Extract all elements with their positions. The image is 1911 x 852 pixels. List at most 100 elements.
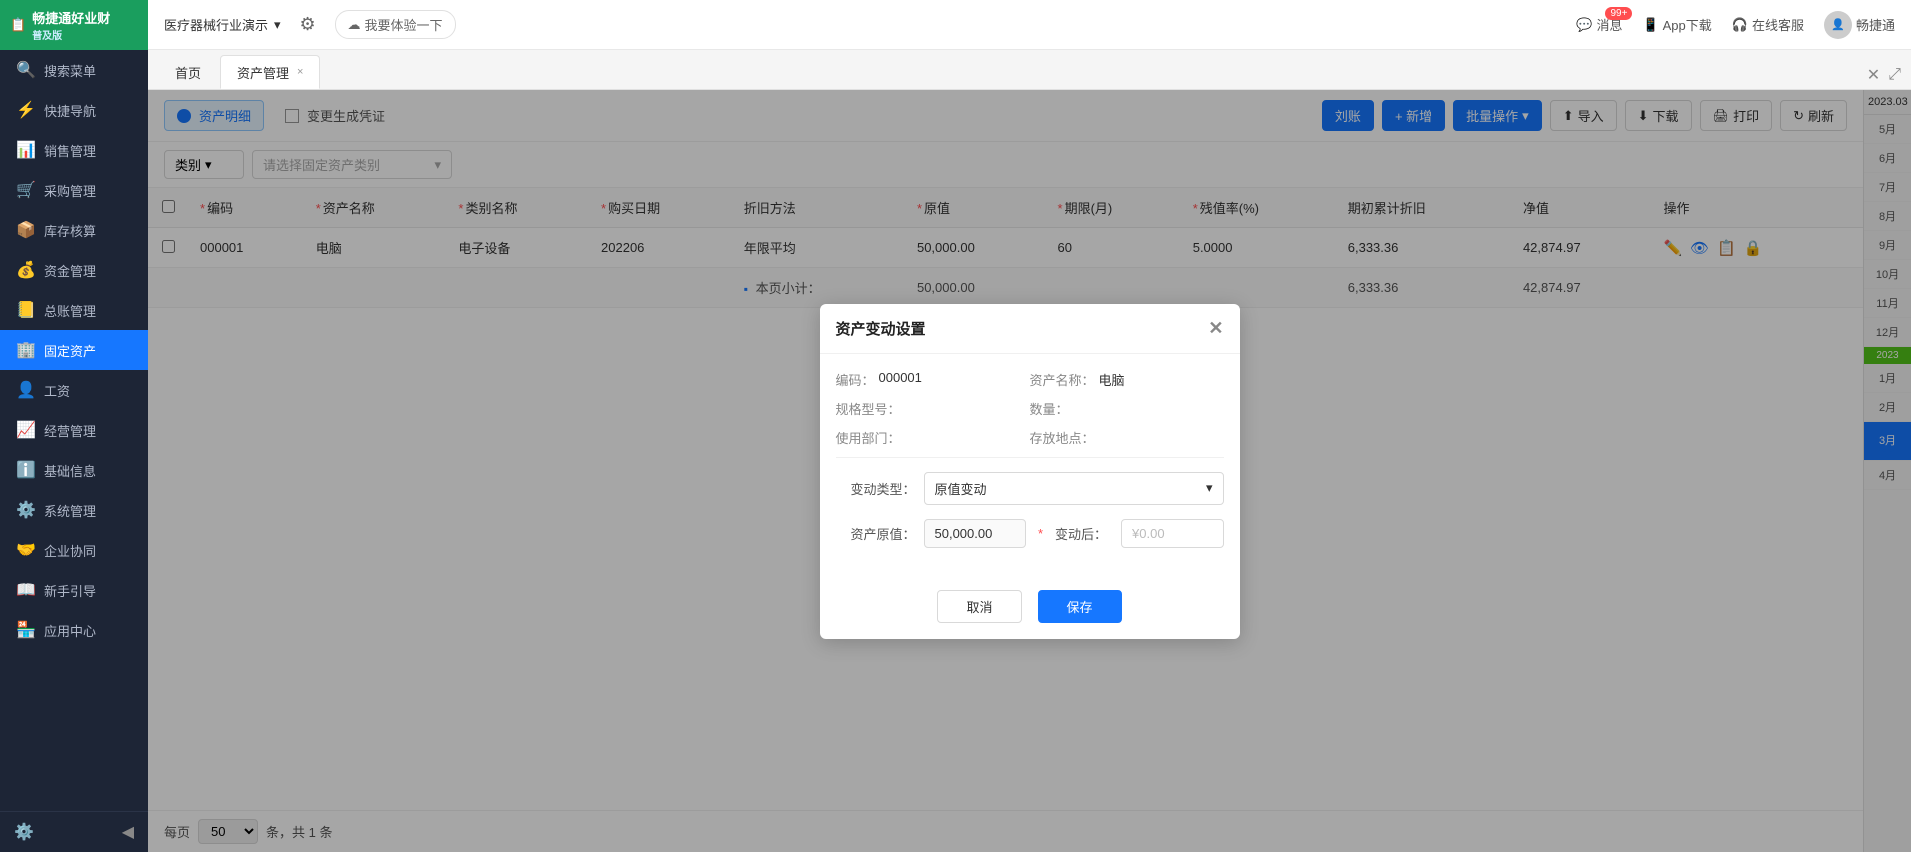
sidebar-bottom: ⚙️ ◀	[0, 811, 148, 852]
tab-close-icon[interactable]: ×	[297, 66, 303, 78]
company-selector[interactable]: 医疗器械行业演示 ▾	[164, 15, 281, 34]
company-name: 医疗器械行业演示	[164, 15, 268, 34]
sidebar-item-label: 搜索菜单	[44, 61, 96, 80]
page-content: 资产明细 变更生成凭证 刘账 + 新增 批量操作 ▾	[148, 90, 1911, 852]
cancel-button[interactable]: 取消	[937, 590, 1021, 623]
management-icon: 📈	[16, 420, 36, 440]
sidebar-item-search[interactable]: 🔍 搜索菜单	[0, 50, 148, 90]
change-type-arrow-icon: ▾	[1206, 480, 1213, 496]
experience-label: 我要体验一下	[365, 15, 443, 34]
topbar: 医疗器械行业演示 ▾ ⚙ ☁ 我要体验一下 💬 消息 99+ 📱 App下载 🎧…	[148, 0, 1911, 50]
home-tab-label: 首页	[175, 63, 201, 82]
dialog-quantity-field: 数量：	[1030, 399, 1224, 418]
settings-icon[interactable]: ⚙️	[14, 822, 34, 842]
finance-icon: 💰	[16, 260, 36, 280]
dialog-code-field: 编码： 000001	[836, 370, 1030, 389]
message-button[interactable]: 💬 消息 99+	[1576, 15, 1622, 34]
expand-icon[interactable]: ⤢	[1888, 66, 1901, 84]
sidebar-item-sales[interactable]: 📊 销售管理	[0, 130, 148, 170]
dialog-asset-name-field: 资产名称： 电脑	[1030, 370, 1224, 389]
sidebar-item-app-center[interactable]: 🏪 应用中心	[0, 610, 148, 650]
sidebar-item-guide[interactable]: 📖 新手引导	[0, 570, 148, 610]
sidebar-item-basic-info[interactable]: ℹ️ 基础信息	[0, 450, 148, 490]
dialog-body: 编码： 000001 资产名称： 电脑 规格型号：	[820, 354, 1240, 578]
message-badge: 99+	[1605, 7, 1632, 20]
basic-info-icon: ℹ️	[16, 460, 36, 480]
sidebar-item-cooperation[interactable]: 🤝 企业协同	[0, 530, 148, 570]
sidebar-item-label: 系统管理	[44, 501, 96, 520]
topbar-settings-button[interactable]: ⚙	[293, 10, 323, 40]
overlay: 资产变动设置 ✕ 编码： 000001 资产名称： 电脑	[148, 90, 1911, 852]
dialog-spec-field: 规格型号：	[836, 399, 1030, 418]
payroll-icon: 👤	[16, 380, 36, 400]
sidebar-item-purchase[interactable]: 🛒 采购管理	[0, 170, 148, 210]
sidebar-item-finance[interactable]: 💰 资金管理	[0, 250, 148, 290]
tab-asset-management[interactable]: 资产管理 ×	[220, 55, 320, 89]
sidebar-item-system[interactable]: ⚙️ 系统管理	[0, 490, 148, 530]
dialog-location-field: 存放地点：	[1030, 428, 1224, 447]
after-change-input[interactable]: ¥0.00	[1121, 519, 1223, 548]
save-button[interactable]: 保存	[1038, 590, 1122, 623]
sidebar-item-label: 基础信息	[44, 461, 96, 480]
app-download-label: App下载	[1663, 15, 1712, 34]
dialog-divider	[836, 457, 1224, 458]
sidebar-item-ledger[interactable]: 📒 总账管理	[0, 290, 148, 330]
change-type-value: 原值变动	[935, 479, 987, 498]
user-name: 畅捷通	[1856, 15, 1895, 34]
sidebar-item-label: 库存核算	[44, 221, 96, 240]
app-name: 畅捷通好业财	[32, 11, 110, 26]
collapse-icon[interactable]: ◀	[122, 822, 134, 842]
sidebar-item-label: 新手引导	[44, 581, 96, 600]
dialog-footer: 取消 保存	[820, 578, 1240, 639]
download-icon: 📱	[1642, 17, 1658, 33]
sidebar-item-management[interactable]: 📈 经营管理	[0, 410, 148, 450]
dialog-header: 资产变动设置 ✕	[820, 304, 1240, 354]
asset-change-dialog: 资产变动设置 ✕ 编码： 000001 资产名称： 电脑	[820, 304, 1240, 639]
tabbar-controls: ✕ ⤢	[1867, 65, 1901, 89]
sidebar-item-label: 销售管理	[44, 141, 96, 160]
inventory-icon: 📦	[16, 220, 36, 240]
cooperation-icon: 🤝	[16, 540, 36, 560]
sidebar-item-payroll[interactable]: 👤 工资	[0, 370, 148, 410]
app-edition: 普及版	[32, 27, 110, 42]
experience-button[interactable]: ☁ 我要体验一下	[335, 10, 456, 39]
close-all-icon[interactable]: ✕	[1867, 65, 1880, 85]
tab-home[interactable]: 首页	[158, 55, 218, 89]
sales-icon: 📊	[16, 140, 36, 160]
sidebar-item-fixed-assets[interactable]: 🏢 固定资产	[0, 330, 148, 370]
search-icon: 🔍	[16, 60, 36, 80]
asset-tab-label: 资产管理	[237, 63, 289, 82]
app-download-button[interactable]: 📱 App下载	[1642, 15, 1711, 34]
dialog-info-row-1: 编码： 000001 资产名称： 电脑	[836, 370, 1224, 389]
sidebar-item-label: 快捷导航	[44, 101, 96, 120]
user-menu[interactable]: 👤 畅捷通	[1824, 11, 1895, 39]
fixed-assets-icon: 🏢	[16, 340, 36, 360]
sidebar-item-quicknav[interactable]: ⚡ 快捷导航	[0, 90, 148, 130]
sidebar-scroll: 🔍 搜索菜单 ⚡ 快捷导航 📊 销售管理 🛒 采购管理 📦 库存核算 💰 资金管…	[0, 50, 148, 811]
message-icon: 💬	[1576, 17, 1592, 33]
sidebar-item-label: 经营管理	[44, 421, 96, 440]
service-icon: 🎧	[1732, 17, 1748, 33]
quicknav-icon: ⚡	[16, 100, 36, 120]
logo-icon: 📋	[10, 17, 26, 33]
dialog-info-row-3: 使用部门： 存放地点：	[836, 428, 1224, 447]
topbar-right: 💬 消息 99+ 📱 App下载 🎧 在线客服 👤 畅捷通	[1576, 11, 1895, 39]
required-icon: *	[1038, 526, 1043, 541]
guide-icon: 📖	[16, 580, 36, 600]
company-arrow-icon: ▾	[274, 17, 281, 33]
sidebar-item-inventory[interactable]: 📦 库存核算	[0, 210, 148, 250]
app-center-icon: 🏪	[16, 620, 36, 640]
online-service-button[interactable]: 🎧 在线客服	[1732, 15, 1804, 34]
sidebar: 📋 畅捷通好业财 普及版 🔍 搜索菜单 ⚡ 快捷导航 📊 销售管理 🛒 采购管理…	[0, 0, 148, 852]
asset-original-label: 资产原值：	[836, 524, 916, 543]
main-area: 医疗器械行业演示 ▾ ⚙ ☁ 我要体验一下 💬 消息 99+ 📱 App下载 🎧…	[148, 0, 1911, 852]
dialog-change-type-row: 变动类型： 原值变动 ▾	[836, 472, 1224, 505]
sidebar-item-label: 企业协同	[44, 541, 96, 560]
dialog-department-field: 使用部门：	[836, 428, 1030, 447]
asset-original-value: 50,000.00	[924, 519, 1026, 548]
dialog-info-row-2: 规格型号： 数量：	[836, 399, 1224, 418]
change-type-select[interactable]: 原值变动 ▾	[924, 472, 1224, 505]
sidebar-item-label: 工资	[44, 381, 70, 400]
dialog-close-button[interactable]: ✕	[1208, 319, 1223, 337]
avatar: 👤	[1824, 11, 1852, 39]
